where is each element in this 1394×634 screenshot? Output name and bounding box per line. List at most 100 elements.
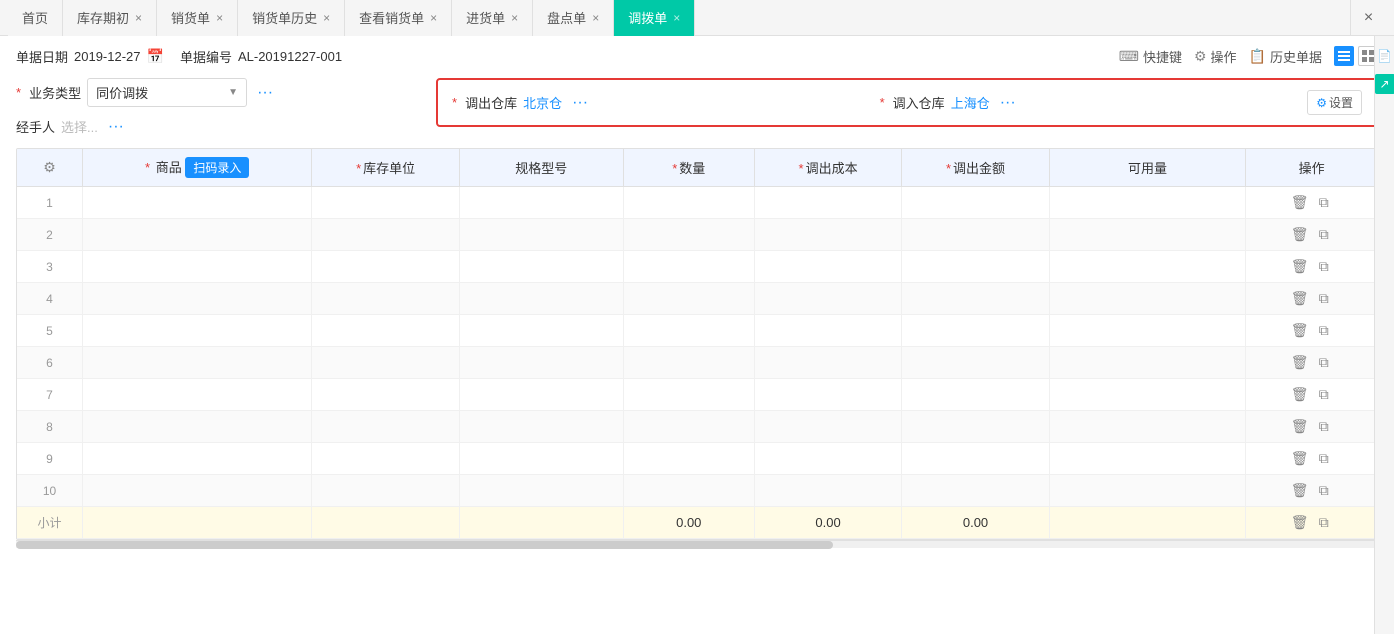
unit-cell[interactable] [312,475,459,507]
amount-cell[interactable] [902,347,1049,379]
product-cell[interactable] [83,475,312,507]
close-transfer-order[interactable]: × [673,11,680,25]
product-cell[interactable] [83,283,312,315]
spec-cell[interactable] [459,411,623,443]
cost-cell[interactable] [754,347,901,379]
operations-button[interactable]: ⚙ 操作 [1194,47,1237,66]
cost-cell[interactable] [754,187,901,219]
spec-cell[interactable] [459,443,623,475]
amount-cell[interactable] [902,379,1049,411]
tab-transfer-order[interactable]: 调拨单 × [614,0,695,36]
qty-cell[interactable] [623,283,754,315]
spec-cell[interactable] [459,315,623,347]
close-inventory-init[interactable]: × [135,11,142,25]
spec-cell[interactable] [459,219,623,251]
col-gear-header[interactable]: ⚙ [17,149,83,187]
spec-cell[interactable] [459,347,623,379]
copy-row-icon[interactable]: ⧉ [1315,194,1333,212]
qty-cell[interactable] [623,443,754,475]
horizontal-scrollbar[interactable] [16,540,1378,548]
business-type-select[interactable]: 同价调拨 ▼ [87,78,247,107]
copy-row-icon[interactable]: ⧉ [1315,482,1333,500]
scan-button[interactable]: 扫码录入 [185,157,249,178]
copy-row-icon[interactable]: ⧉ [1315,418,1333,436]
transfer-out-ellipsis[interactable]: ··· [568,94,592,112]
amount-cell[interactable] [902,283,1049,315]
tab-inventory-init[interactable]: 库存期初 × [63,0,157,36]
spec-cell[interactable] [459,251,623,283]
product-cell[interactable] [83,315,312,347]
qty-cell[interactable] [623,411,754,443]
amount-cell[interactable] [902,315,1049,347]
delete-row-icon[interactable]: 🗑 [1291,194,1309,212]
close-window-button[interactable]: × [1350,0,1386,36]
qty-cell[interactable] [623,219,754,251]
product-cell[interactable] [83,347,312,379]
product-cell[interactable] [83,379,312,411]
product-cell[interactable] [83,219,312,251]
qty-cell[interactable] [623,315,754,347]
calendar-icon[interactable]: 📅 [147,48,164,65]
close-sales-history[interactable]: × [323,11,330,25]
delete-row-icon[interactable]: 🗑 [1291,354,1309,372]
unit-cell[interactable] [312,379,459,411]
product-cell[interactable] [83,251,312,283]
person-placeholder[interactable]: 选择... [61,117,98,136]
subtotal-delete-icon[interactable]: 🗑 [1291,514,1309,532]
delete-row-icon[interactable]: 🗑 [1291,322,1309,340]
cost-cell[interactable] [754,283,901,315]
spec-cell[interactable] [459,379,623,411]
cost-cell[interactable] [754,475,901,507]
product-cell[interactable] [83,411,312,443]
unit-cell[interactable] [312,315,459,347]
cost-cell[interactable] [754,251,901,283]
scrollbar-thumb[interactable] [16,541,833,549]
amount-cell[interactable] [902,411,1049,443]
history-button[interactable]: 📋 历史单据 [1249,47,1322,66]
close-inventory-check[interactable]: × [592,11,599,25]
delete-row-icon[interactable]: 🗑 [1291,450,1309,468]
business-type-ellipsis[interactable]: ··· [253,84,277,102]
cost-cell[interactable] [754,443,901,475]
tab-purchase-order[interactable]: 进货单 × [452,0,533,36]
amount-cell[interactable] [902,251,1049,283]
tab-inventory-check[interactable]: 盘点单 × [533,0,614,36]
cost-cell[interactable] [754,315,901,347]
copy-row-icon[interactable]: ⧉ [1315,386,1333,404]
amount-cell[interactable] [902,219,1049,251]
transfer-in-ellipsis[interactable]: ··· [996,94,1020,112]
sidebar-doc-icon[interactable]: 📄 [1375,46,1394,66]
person-ellipsis[interactable]: ··· [104,118,128,136]
delete-row-icon[interactable]: 🗑 [1291,258,1309,276]
product-cell[interactable] [83,443,312,475]
cost-cell[interactable] [754,379,901,411]
unit-cell[interactable] [312,283,459,315]
copy-row-icon[interactable]: ⧉ [1315,226,1333,244]
tab-home[interactable]: 首页 [8,0,63,36]
delete-row-icon[interactable]: 🗑 [1291,226,1309,244]
spec-cell[interactable] [459,475,623,507]
unit-cell[interactable] [312,411,459,443]
spec-cell[interactable] [459,283,623,315]
shortcuts-button[interactable]: ⌨ 快捷键 [1119,47,1182,66]
copy-row-icon[interactable]: ⧉ [1315,450,1333,468]
copy-row-icon[interactable]: ⧉ [1315,290,1333,308]
amount-cell[interactable] [902,443,1049,475]
delete-row-icon[interactable]: 🗑 [1291,482,1309,500]
delete-row-icon[interactable]: 🗑 [1291,290,1309,308]
unit-cell[interactable] [312,443,459,475]
unit-cell[interactable] [312,219,459,251]
qty-cell[interactable] [623,187,754,219]
cost-cell[interactable] [754,411,901,443]
copy-row-icon[interactable]: ⧉ [1315,322,1333,340]
unit-cell[interactable] [312,251,459,283]
close-purchase-order[interactable]: × [511,11,518,25]
layout-list-icon[interactable] [1334,46,1354,66]
delete-row-icon[interactable]: 🗑 [1291,418,1309,436]
close-sales-order[interactable]: × [216,11,223,25]
unit-cell[interactable] [312,347,459,379]
copy-row-icon[interactable]: ⧉ [1315,354,1333,372]
qty-cell[interactable] [623,475,754,507]
qty-cell[interactable] [623,379,754,411]
tab-view-sales[interactable]: 查看销货单 × [345,0,452,36]
